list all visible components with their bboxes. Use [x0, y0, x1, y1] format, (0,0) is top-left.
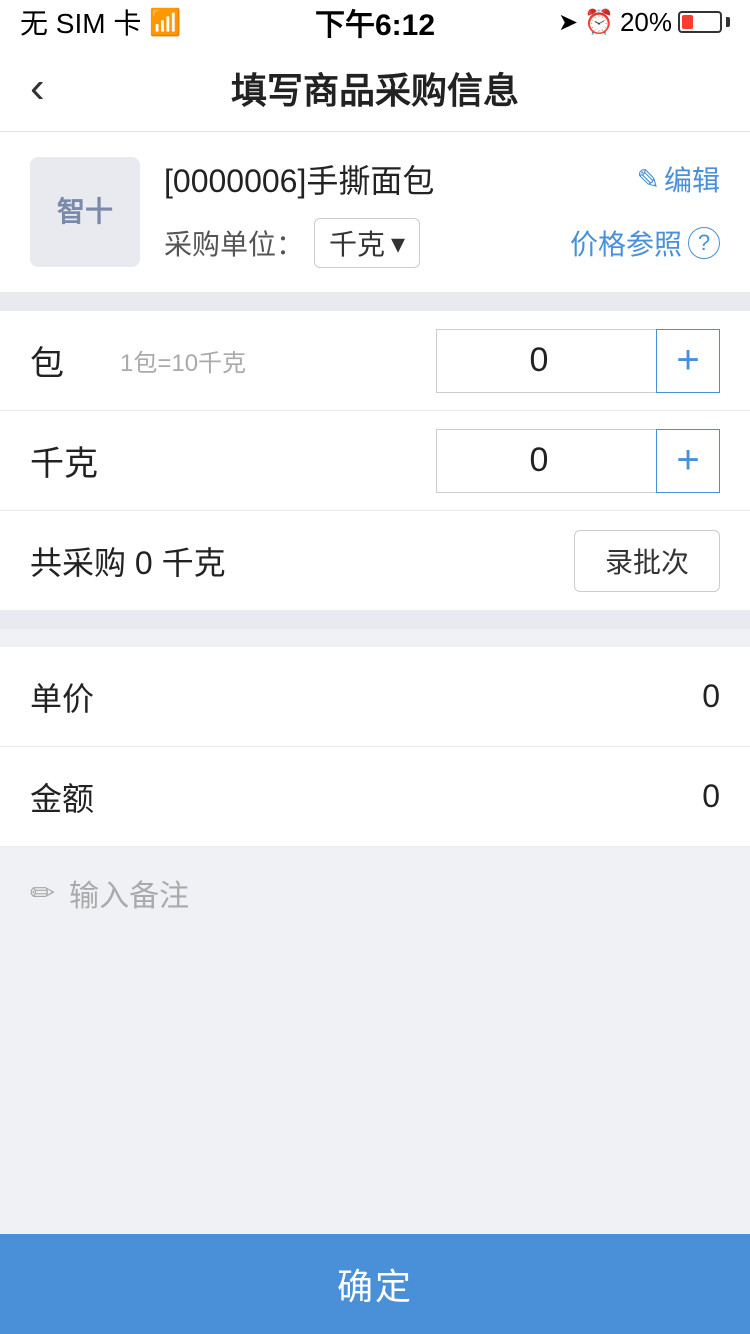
- product-card: 智十 [0000006]手撕面包 ✎ 编辑 采购单位： 千克 ▾: [0, 132, 750, 293]
- record-batch-button[interactable]: 录批次: [574, 530, 720, 592]
- amount-value: 0: [702, 778, 720, 815]
- nav-bar: ‹ 填写商品采购信息: [0, 44, 750, 132]
- pencil-icon: ✏: [30, 876, 55, 911]
- battery-icon: [678, 11, 730, 33]
- status-time: 下午6:12: [315, 0, 435, 44]
- status-carrier: 无 SIM 卡 📶: [20, 2, 182, 42]
- unit-select[interactable]: 千克 ▾: [314, 218, 420, 268]
- total-label: 共采购 0 千克: [30, 538, 226, 584]
- bao-row: 包 1包=10千克 +: [0, 311, 750, 411]
- edit-button[interactable]: ✎ 编辑: [637, 159, 720, 199]
- battery-pct: 20%: [620, 7, 672, 38]
- bao-hint: 1包=10千克: [120, 343, 246, 378]
- page-title: 填写商品采购信息: [231, 62, 519, 114]
- input-section: 包 1包=10千克 + 千克 + 共采购 0 千克 录批次: [0, 311, 750, 611]
- unit-value: 千克: [329, 223, 385, 263]
- total-row: 共采购 0 千克 录批次: [0, 511, 750, 611]
- unit-price-value: 0: [702, 678, 720, 715]
- kg-label: 千克: [30, 436, 110, 485]
- amount-label: 金额: [30, 774, 94, 820]
- back-button[interactable]: ‹: [30, 66, 45, 110]
- location-icon: ➤: [558, 8, 578, 37]
- product-name: [0000006]手撕面包: [164, 156, 434, 202]
- carrier-text: 无 SIM 卡: [20, 2, 141, 42]
- confirm-label: 确定: [337, 1258, 413, 1310]
- price-reference-button[interactable]: 价格参照 ?: [570, 223, 720, 263]
- help-icon: ?: [688, 227, 720, 259]
- section-divider-2: [0, 611, 750, 629]
- unit-price-row: 单价 0: [0, 647, 750, 747]
- chevron-down-icon: ▾: [391, 227, 405, 260]
- remark-placeholder: 输入备注: [69, 871, 189, 915]
- content-filler: [0, 939, 750, 1234]
- bao-label: 包: [30, 336, 110, 385]
- price-ref-label: 价格参照: [570, 223, 682, 263]
- amount-row: 金额 0: [0, 747, 750, 847]
- product-image: 智十: [30, 157, 140, 267]
- bao-input[interactable]: [436, 329, 656, 393]
- kg-plus-button[interactable]: +: [656, 429, 720, 493]
- unit-price-label: 单价: [30, 674, 94, 720]
- bao-plus-button[interactable]: +: [656, 329, 720, 393]
- edit-label: 编辑: [664, 159, 720, 199]
- price-section: 单价 0 金额 0: [0, 647, 750, 847]
- status-bar: 无 SIM 卡 📶 下午6:12 ➤ ⏰ 20%: [0, 0, 750, 44]
- kg-input[interactable]: [436, 429, 656, 493]
- product-info: [0000006]手撕面包 ✎ 编辑 采购单位： 千克 ▾ 价格参照 ?: [164, 156, 720, 268]
- edit-icon: ✎: [637, 163, 660, 196]
- section-divider-1: [0, 293, 750, 311]
- unit-label: 采购单位：: [164, 223, 304, 263]
- confirm-button[interactable]: 确定: [0, 1234, 750, 1334]
- status-right: ➤ ⏰ 20%: [558, 7, 730, 38]
- kg-row: 千克 +: [0, 411, 750, 511]
- remark-section[interactable]: ✏ 输入备注: [0, 847, 750, 939]
- wifi-icon: 📶: [149, 7, 181, 38]
- alarm-icon: ⏰: [584, 8, 614, 37]
